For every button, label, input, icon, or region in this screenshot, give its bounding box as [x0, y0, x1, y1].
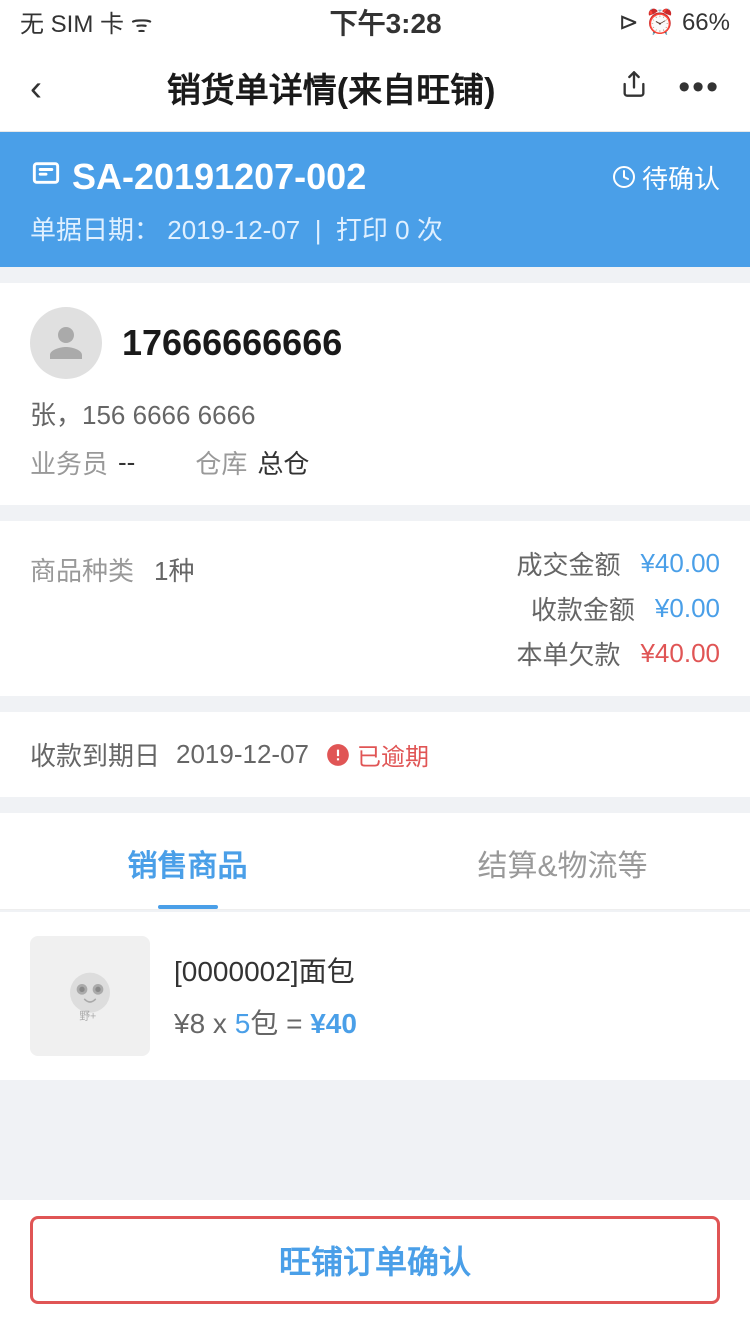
- status-left: 无 SIM 卡 ᯤ: [20, 4, 153, 40]
- svg-text:野+: 野+: [79, 1010, 96, 1022]
- stats-card: 商品种类 1种 成交金额 ¥40.00 收款金额 ¥0.00 本单欠款 ¥40.…: [0, 521, 750, 696]
- tab-settlement[interactable]: 结算&物流等: [375, 813, 750, 909]
- product-type: 商品种类 1种: [30, 545, 516, 588]
- total-value: ¥40: [310, 1008, 357, 1039]
- sales-meta: 业务员 --: [30, 444, 135, 481]
- overdue-text: 已逾期: [357, 737, 429, 772]
- product-code: [0000002]: [174, 956, 299, 987]
- warehouse-meta: 仓库 总仓: [195, 444, 309, 481]
- share-icon[interactable]: [620, 70, 648, 105]
- status-time: 下午3:28: [330, 2, 442, 42]
- amount-label: 成交金额: [516, 545, 620, 582]
- customer-avatar: [30, 307, 102, 379]
- bottom-bar: 旺铺订单确认: [0, 1200, 750, 1334]
- customer-card: 17666666666 张，156 6666 6666 业务员 -- 仓库 总仓: [0, 283, 750, 505]
- customer-row: 17666666666: [30, 307, 720, 379]
- sales-label: 业务员: [30, 444, 108, 481]
- received-value: ¥0.00: [655, 593, 720, 624]
- nav-actions: •••: [620, 68, 720, 107]
- product-name: [0000002]面包: [174, 950, 720, 990]
- overdue-badge: 已逾期: [325, 737, 429, 772]
- warehouse-value: 总仓: [257, 444, 309, 481]
- customer-name: 张，156 6666 6666: [30, 395, 720, 432]
- nav-bar: ‹ 销货单详情(来自旺铺) •••: [0, 44, 750, 132]
- owed-label: 本单欠款: [516, 635, 620, 672]
- customer-phone: 17666666666: [122, 322, 342, 364]
- due-date: 2019-12-07: [176, 739, 309, 770]
- sim-label: 无 SIM 卡 ᯤ: [20, 4, 153, 40]
- warehouse-label: 仓库: [195, 444, 247, 481]
- page-title: 销货单详情(来自旺铺): [167, 63, 496, 112]
- owed-row: 本单欠款 ¥40.00: [516, 635, 720, 672]
- tabs-row: 销售商品 结算&物流等: [0, 813, 750, 910]
- battery-label: ⊳ ⏰ 66%: [619, 8, 730, 37]
- product-type-value: 1种: [154, 551, 194, 588]
- received-label: 收款金额: [531, 590, 635, 627]
- sales-value: --: [118, 447, 135, 478]
- unit-label: 包: [250, 1008, 278, 1039]
- equals-sign: =: [278, 1008, 310, 1039]
- order-header: SA-20191207-002 待确认 单据日期： 2019-12-07 | 打…: [0, 132, 750, 267]
- more-icon[interactable]: •••: [678, 68, 720, 107]
- tabs-container: 销售商品 结算&物流等: [0, 813, 750, 910]
- amount-value: ¥40.00: [640, 548, 720, 579]
- status-text: 待确认: [642, 159, 720, 196]
- status-bar: 无 SIM 卡 ᯤ 下午3:28 ⊳ ⏰ 66%: [0, 0, 750, 44]
- customer-meta: 业务员 -- 仓库 总仓: [30, 444, 720, 481]
- product-card: 野+ [0000002]面包 ¥8 x 5包 = ¥40: [0, 912, 750, 1080]
- owed-value: ¥40.00: [640, 638, 720, 669]
- amount-row: 成交金额 ¥40.00: [516, 545, 720, 582]
- product-name-text: 面包: [299, 956, 355, 987]
- price-label: ¥8 x: [174, 1008, 235, 1039]
- order-id-text: SA-20191207-002: [72, 156, 366, 198]
- back-button[interactable]: ‹: [30, 67, 42, 109]
- due-label: 收款到期日: [30, 736, 160, 773]
- order-id-row: SA-20191207-002: [30, 156, 366, 198]
- order-icon: [30, 159, 62, 195]
- product-price-row: ¥8 x 5包 = ¥40: [174, 1002, 720, 1042]
- received-row: 收款金额 ¥0.00: [531, 590, 720, 627]
- product-info: [0000002]面包 ¥8 x 5包 = ¥40: [174, 950, 720, 1042]
- product-type-label: 商品种类: [30, 551, 134, 588]
- confirm-button[interactable]: 旺铺订单确认: [30, 1216, 720, 1304]
- quantity-value: 5: [235, 1008, 251, 1039]
- due-date-card: 收款到期日 2019-12-07 已逾期: [0, 712, 750, 797]
- order-meta: 单据日期： 2019-12-07 | 打印 0 次: [30, 210, 720, 247]
- status-right: ⊳ ⏰ 66%: [619, 8, 730, 37]
- order-status: 待确认: [612, 159, 720, 196]
- amount-stats: 成交金额 ¥40.00 收款金额 ¥0.00 本单欠款 ¥40.00: [516, 545, 720, 672]
- product-thumbnail: 野+: [30, 936, 150, 1056]
- tab-sales[interactable]: 销售商品: [0, 813, 375, 909]
